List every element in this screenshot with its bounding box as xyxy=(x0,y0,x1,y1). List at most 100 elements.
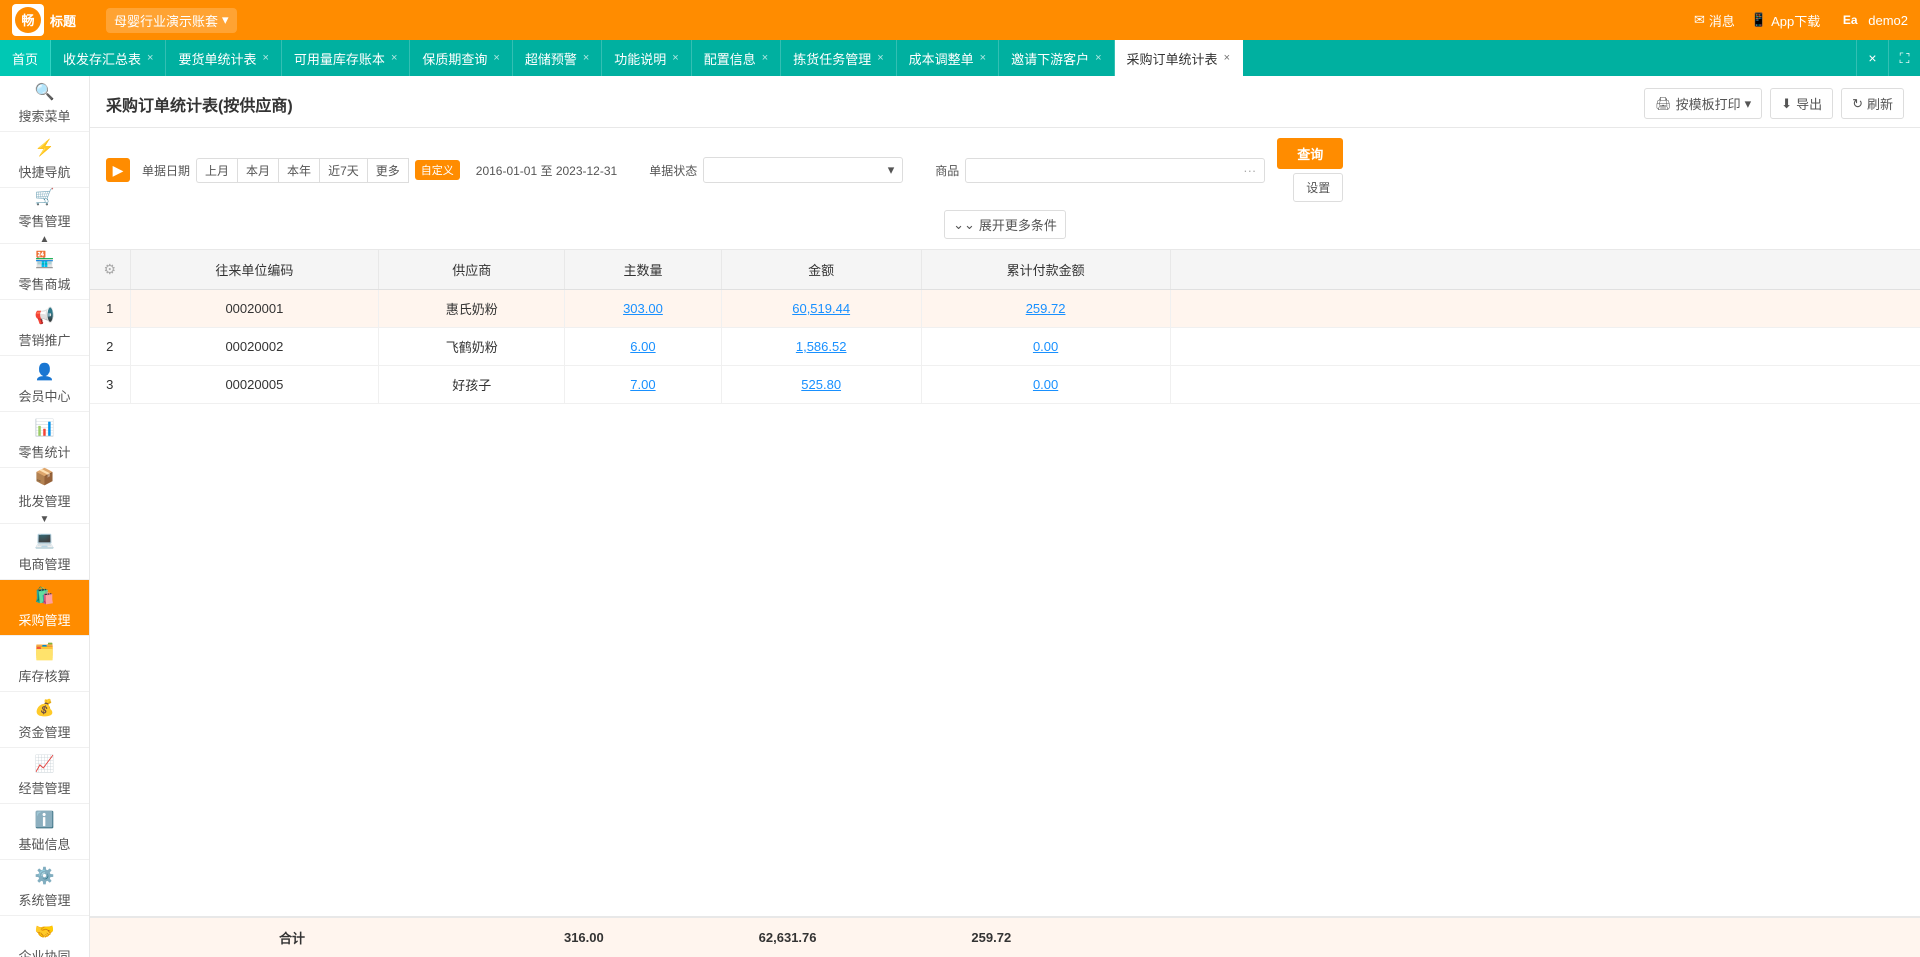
status-label: 单据状态 xyxy=(649,162,697,179)
app-download-btn[interactable]: 📱 App下载 xyxy=(1751,11,1820,30)
close-icon[interactable]: × xyxy=(672,52,678,64)
sidebar-item-finance[interactable]: 💰 资金管理 xyxy=(0,692,89,748)
tab-shofazun[interactable]: 收发存汇总表 × xyxy=(51,40,166,76)
tab-caigou-active[interactable]: 采购订单统计表 × xyxy=(1115,40,1243,76)
expand-more-btn[interactable]: ⌄⌄ 展开更多条件 xyxy=(944,210,1066,239)
active-tab-label: 采购订单统计表 xyxy=(1127,49,1218,68)
search-icon: 🔍 xyxy=(35,82,55,102)
date-label: 单据日期 xyxy=(142,162,190,179)
close-icon[interactable]: × xyxy=(262,52,268,64)
sidebar-item-basic-info[interactable]: ℹ️ 基础信息 xyxy=(0,804,89,860)
sidebar-item-purchase[interactable]: 🛍️ 采购管理 xyxy=(0,580,89,636)
message-btn[interactable]: ✉ 消息 xyxy=(1694,11,1735,30)
settings-btn[interactable]: 设置 xyxy=(1293,173,1343,202)
main-layout: 🔍 搜索菜单 ⚡ 快捷导航 🛒 零售管理 ▲ 🏪 零售商城 📢 营销推广 👤 会… xyxy=(0,76,1920,957)
date-btn-this-year[interactable]: 本年 xyxy=(278,158,319,183)
sidebar-item-retail-stats[interactable]: 📊 零售统计 xyxy=(0,412,89,468)
footer-amount: 62,631.76 xyxy=(686,930,890,945)
tab-baozhi[interactable]: 保质期查询 × xyxy=(410,40,512,76)
cell-amount[interactable]: 1,586.52 xyxy=(721,328,921,366)
cell-amount[interactable]: 525.80 xyxy=(721,366,921,404)
column-settings-icon[interactable]: ⚙ xyxy=(103,261,116,277)
sidebar-item-search[interactable]: 🔍 搜索菜单 xyxy=(0,76,89,132)
page-title: 采购订单统计表(按供应商) xyxy=(106,92,293,116)
date-btn-last-month[interactable]: 上月 xyxy=(196,158,237,183)
status-select[interactable]: ▾ xyxy=(703,157,903,183)
th-qty: 主数量 xyxy=(565,250,721,290)
close-icon[interactable]: × xyxy=(980,52,986,64)
close-icon[interactable]: × xyxy=(493,52,499,64)
sidebar-item-quicknav[interactable]: ⚡ 快捷导航 xyxy=(0,132,89,188)
status-filter-group: 单据状态 ▾ xyxy=(649,157,903,183)
page-header: 采购订单统计表(按供应商) 🖨 按模板打印 ▾ ⬇ 导出 ↻ 刷新 xyxy=(90,76,1920,128)
sidebar-item-retail-mgmt[interactable]: 🛒 零售管理 ▲ xyxy=(0,188,89,244)
th-code: 往来单位编码 xyxy=(130,250,379,290)
tab-chaocun[interactable]: 超储预警 × xyxy=(513,40,602,76)
sidebar-item-system[interactable]: ⚙️ 系统管理 xyxy=(0,860,89,916)
close-icon[interactable]: × xyxy=(583,52,589,64)
workspace-selector[interactable]: 母婴行业演示账套 ▾ xyxy=(106,8,237,33)
sidebar-item-retail-mall[interactable]: 🏪 零售商城 xyxy=(0,244,89,300)
nav-tabs: 首页 收发存汇总表 × 要货单统计表 × 可用量库存账本 × 保质期查询 × 超… xyxy=(0,40,1920,76)
status-chevron-icon: ▾ xyxy=(888,162,895,178)
ecommerce-icon: 💻 xyxy=(35,530,55,550)
close-icon[interactable]: × xyxy=(147,52,153,64)
cell-paid[interactable]: 259.72 xyxy=(921,290,1170,328)
custom-date-tag[interactable]: 自定义 xyxy=(415,160,460,180)
sidebar-item-members[interactable]: 👤 会员中心 xyxy=(0,356,89,412)
close-tab-btn[interactable]: × xyxy=(1856,40,1888,76)
cell-qty[interactable]: 303.00 xyxy=(565,290,721,328)
date-btn-more[interactable]: 更多 xyxy=(367,158,409,183)
cell-no: 2 xyxy=(90,328,130,366)
tab-kuyong[interactable]: 可用量库存账本 × xyxy=(282,40,410,76)
tab-home[interactable]: 首页 xyxy=(0,40,51,76)
date-btn-this-month[interactable]: 本月 xyxy=(237,158,278,183)
tab-yaohuo[interactable]: 要货单统计表 × xyxy=(166,40,281,76)
close-icon[interactable]: × xyxy=(1224,52,1230,64)
table-row: 2 00020002 飞鹤奶粉 6.00 1,586.52 0.00 xyxy=(90,328,1920,366)
template-print-btn[interactable]: 🖨 按模板打印 ▾ xyxy=(1644,88,1762,119)
sidebar-marketing-label: 营销推广 xyxy=(18,330,70,349)
purchase-icon: 🛍️ xyxy=(35,586,55,606)
sidebar-mall-label: 零售商城 xyxy=(18,274,70,293)
sidebar-ecommerce-label: 电商管理 xyxy=(18,554,70,573)
expand-label: 展开更多条件 xyxy=(979,215,1057,234)
sidebar-info-label: 基础信息 xyxy=(18,834,70,853)
cell-qty[interactable]: 7.00 xyxy=(565,366,721,404)
sidebar-item-inventory[interactable]: 🗂️ 库存核算 xyxy=(0,636,89,692)
sidebar-item-wholesale[interactable]: 📦 批发管理 ▼ xyxy=(0,468,89,524)
sidebar-quicknav-label: 快捷导航 xyxy=(18,162,70,181)
goods-input[interactable]: ··· xyxy=(965,158,1265,183)
query-btn[interactable]: 查询 xyxy=(1277,138,1343,169)
sidebar-item-enterprise[interactable]: 🤝 企业协同 xyxy=(0,916,89,957)
message-icon: ✉ xyxy=(1694,12,1705,28)
tab-yaoqing[interactable]: 邀请下游客户 × xyxy=(999,40,1114,76)
tab-gongneng[interactable]: 功能说明 × xyxy=(602,40,691,76)
sidebar-item-ecommerce[interactable]: 💻 电商管理 xyxy=(0,524,89,580)
tab-jianhuo[interactable]: 拣货任务管理 × xyxy=(781,40,896,76)
enterprise-icon: 🤝 xyxy=(35,922,55,942)
chevron-down-icon: ▼ xyxy=(40,514,50,525)
close-icon[interactable]: × xyxy=(762,52,768,64)
tab-peizhi[interactable]: 配置信息 × xyxy=(692,40,781,76)
cell-paid[interactable]: 0.00 xyxy=(921,366,1170,404)
tab-chengben[interactable]: 成本调整单 × xyxy=(897,40,999,76)
fullscreen-btn[interactable]: ⛶ xyxy=(1888,40,1920,76)
date-btn-7days[interactable]: 近7天 xyxy=(319,158,367,183)
refresh-btn[interactable]: ↻ 刷新 xyxy=(1841,88,1904,119)
toggle-filter-btn[interactable]: ▶ xyxy=(106,158,130,182)
filter-row-1: ▶ 单据日期 上月 本月 本年 近7天 更多 自定义 2016-01-01 至 … xyxy=(106,138,1904,202)
user-info[interactable]: Ea demo2 xyxy=(1836,6,1908,34)
close-icon[interactable]: × xyxy=(1095,52,1101,64)
cell-empty xyxy=(1170,328,1920,366)
cell-paid[interactable]: 0.00 xyxy=(921,328,1170,366)
close-icon[interactable]: × xyxy=(877,52,883,64)
cell-amount[interactable]: 60,519.44 xyxy=(721,290,921,328)
sidebar-retail-label: 零售管理 xyxy=(18,211,70,230)
close-icon[interactable]: × xyxy=(391,52,397,64)
export-btn[interactable]: ⬇ 导出 xyxy=(1770,88,1833,119)
sidebar-item-marketing[interactable]: 📢 营销推广 xyxy=(0,300,89,356)
chevron-down-icon: ▾ xyxy=(1745,96,1752,112)
sidebar-item-operations[interactable]: 📈 经营管理 xyxy=(0,748,89,804)
cell-qty[interactable]: 6.00 xyxy=(565,328,721,366)
